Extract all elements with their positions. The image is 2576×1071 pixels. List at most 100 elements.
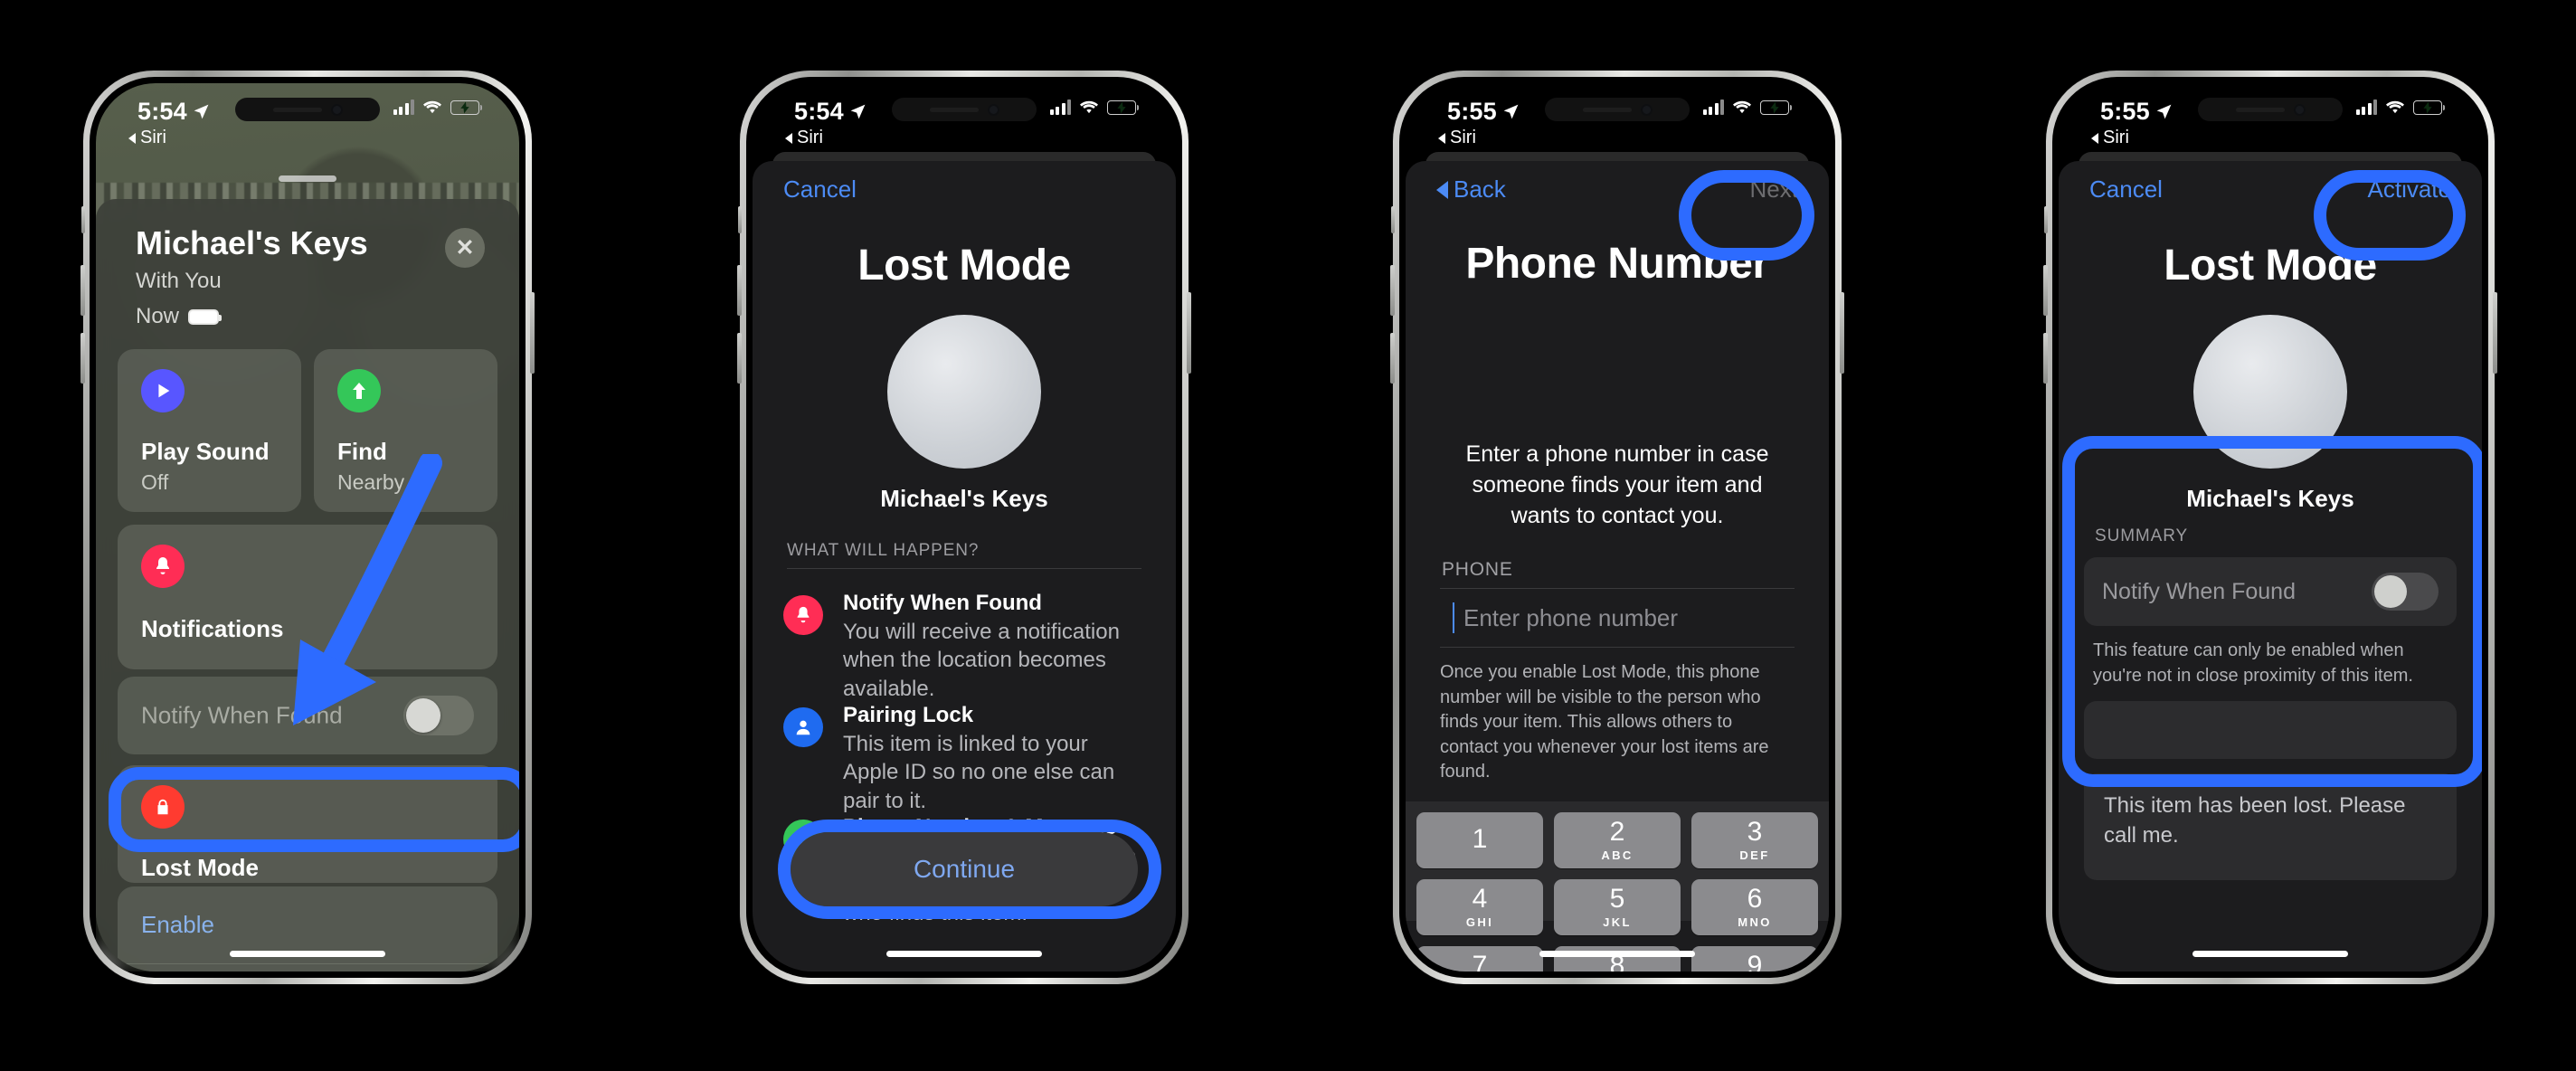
speaker-icon [1582,107,1632,112]
notify-when-found-toggle[interactable] [2372,573,2439,611]
find-tile[interactable]: Find Nearby [314,349,497,512]
phone-1-status-bar: 5:54 Siri [96,83,519,154]
volume-down-button[interactable] [80,333,85,384]
key-2[interactable]: 2 ABC [1554,812,1681,868]
key-1[interactable]: 1 [1416,812,1543,868]
cancel-button[interactable]: Cancel [783,175,857,204]
volume-down-button[interactable] [737,333,742,384]
activate-button[interactable]: Activate [2368,175,2452,204]
location-arrow-icon [850,104,866,119]
speaker-icon [272,107,322,112]
notifications-section[interactable]: Notifications [118,525,497,669]
key-letters: JKL [1603,915,1632,929]
volume-up-button[interactable] [1390,265,1395,316]
side-power-button[interactable] [1840,292,1844,374]
mute-switch[interactable] [1391,206,1395,233]
mute-switch[interactable] [2044,206,2048,233]
wifi-icon [423,100,441,114]
phone-1-bezel: 5:54 Siri Michael's Keys With You Now ✕ … [90,77,526,978]
back-triangle-icon [785,132,792,144]
key-digit: 1 [1472,823,1488,854]
status-back-app[interactable]: Siri [1438,128,1476,148]
location-arrow-icon [1503,104,1519,119]
volume-down-button[interactable] [1390,333,1395,384]
cancel-button[interactable]: Cancel [2089,175,2163,204]
message-field[interactable]: This item has been lost. Please call me. [2084,773,2457,881]
status-back-app-label: Siri [2103,128,2129,147]
lost-mode-summary-sheet: Cancel Activate Lost Mode Michael's Keys… [2059,161,2482,971]
notify-when-found-row[interactable]: Notify When Found [118,677,497,754]
lost-mode-title: Lost Mode [141,854,259,881]
item-menu: Enable Rename Item Remove Item [118,886,497,971]
side-power-button[interactable] [530,292,535,374]
home-indicator[interactable] [886,951,1042,957]
phone-2-bezel: 5:54 Siri Cancel Lost Mode Michael's Key… [746,77,1182,978]
close-button[interactable]: ✕ [445,228,485,268]
close-icon: ✕ [455,235,475,261]
continue-button[interactable]: Continue [791,832,1138,906]
side-power-button[interactable] [1187,292,1191,374]
play-icon [141,369,185,412]
status-time-text: 5:54 [794,98,844,125]
item-name: Michael's Keys [2186,485,2354,512]
status-time-text: 5:55 [2100,98,2150,125]
cellular-bars-icon [1702,100,1724,115]
volume-up-button[interactable] [80,265,85,316]
dynamic-island [235,98,380,121]
key-7[interactable]: 7PQRS [1416,946,1543,971]
key-9[interactable]: 9WXYZ [1691,946,1818,971]
phone-input[interactable]: Enter phone number [1440,588,1795,648]
sheet-nav: Back Next [1406,161,1829,224]
home-indicator[interactable] [1539,951,1695,957]
home-indicator[interactable] [230,951,385,957]
volume-up-button[interactable] [737,265,742,316]
find-arrow-icon [337,369,381,412]
numeric-keypad: 1 2ABC 3DEF 4GHI 5JKL 6MNO 7PQRS 8TUV 9W… [1406,801,1829,971]
key-letters: DEF [1739,848,1770,862]
status-indicators [1049,100,1139,115]
phone-3-screen: 5:55 Siri Back Next Phone Number Enter a… [1406,83,1829,971]
battery-charging-icon [1760,100,1792,115]
notify-when-found-toggle[interactable] [403,696,474,735]
status-back-app[interactable]: Siri [2091,128,2129,148]
key-5[interactable]: 5 JKL [1554,879,1681,935]
item-battery-icon [188,308,223,325]
key-3[interactable]: 3 DEF [1691,812,1818,868]
side-power-button[interactable] [2493,292,2497,374]
lost-mode-section: Lost Mode [118,765,497,883]
play-sound-title: Play Sound [141,438,270,465]
front-camera-icon [330,103,343,116]
home-indicator[interactable] [2192,951,2348,957]
benefit-pairing-lock: Pairing Lock This item is linked to your… [783,702,1145,816]
cellular-bars-icon [1049,100,1071,115]
sheet-grabber[interactable] [279,175,336,182]
menu-item-rename[interactable]: Rename Item [118,964,497,971]
airtag-image [2193,315,2347,469]
phone-4-bezel: 5:55 Siri Cancel Activate Lost Mode Mich… [2052,77,2488,978]
status-back-app-label: Siri [140,128,166,147]
back-button[interactable]: Back [1436,175,1506,204]
volume-down-button[interactable] [2043,333,2048,384]
phone-number-field[interactable] [2084,701,2457,760]
speaker-icon [2235,107,2285,112]
benefit-desc: This item is linked to your Apple ID so … [843,731,1115,814]
mute-switch[interactable] [81,206,85,233]
status-time: 5:55 [1447,98,1520,126]
status-back-app[interactable]: Siri [785,128,823,148]
play-sound-tile[interactable]: Play Sound Off [118,349,301,512]
phone-4: 5:55 Siri Cancel Activate Lost Mode Mich… [2043,71,2497,984]
volume-up-button[interactable] [2043,265,2048,316]
find-title: Find [337,438,387,465]
key-6[interactable]: 6 MNO [1691,879,1818,935]
item-updated: Now [136,304,223,329]
status-back-app[interactable]: Siri [128,128,166,148]
mute-switch[interactable] [738,206,742,233]
phone-2-screen: 5:54 Siri Cancel Lost Mode Michael's Key… [753,83,1176,971]
key-4[interactable]: 4 GHI [1416,879,1543,935]
section-header: WHAT WILL HAPPEN? [787,541,980,560]
notify-when-found-row[interactable]: Notify When Found [2084,557,2457,626]
sheet-nav: Cancel [753,161,1176,224]
notify-when-found-note: This feature can only be enabled when yo… [2093,640,2413,686]
phone-2-status-bar: 5:54 Siri [753,83,1176,154]
next-button[interactable]: Next [1750,175,1798,204]
